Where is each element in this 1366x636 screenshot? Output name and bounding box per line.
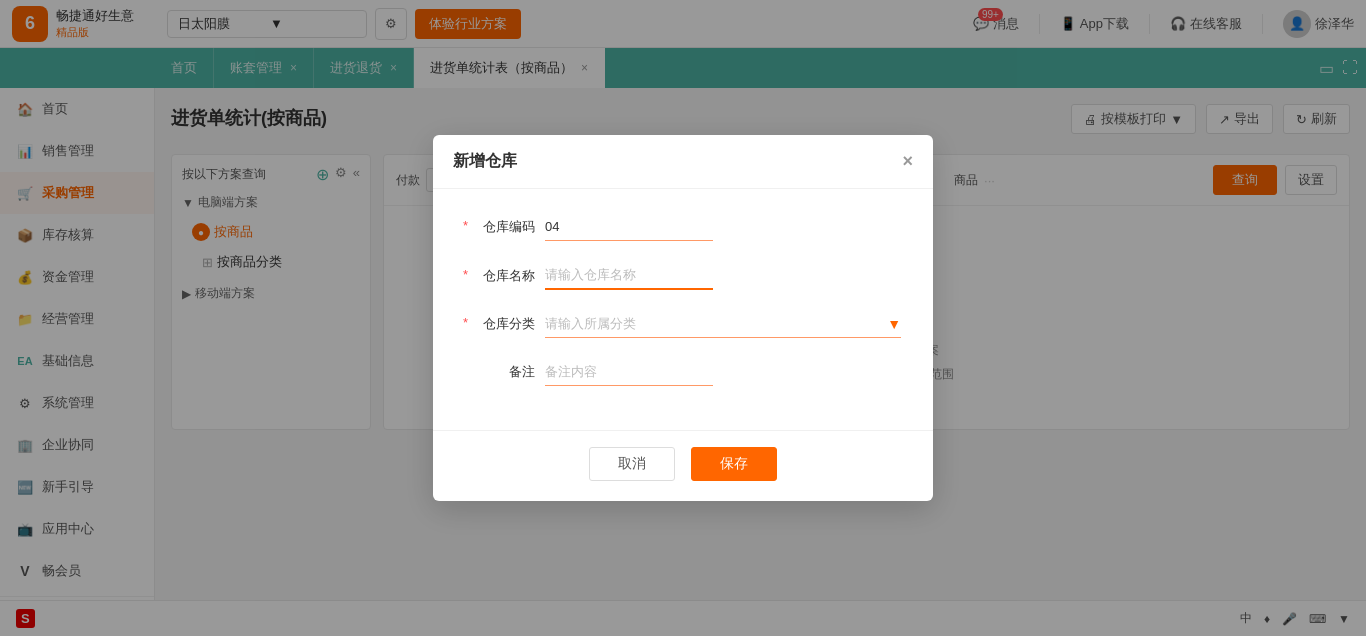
form-row-category: 仓库分类 ▼ <box>465 310 901 338</box>
name-input[interactable] <box>545 261 713 290</box>
code-label: 仓库编码 <box>465 218 545 236</box>
name-label: 仓库名称 <box>465 267 545 285</box>
note-input[interactable] <box>545 358 713 386</box>
modal-overlay: 新增仓库 × 仓库编码 仓库名称 仓库分类 <box>0 0 1366 636</box>
category-label: 仓库分类 <box>465 315 545 333</box>
category-select-wrap: ▼ <box>545 310 901 338</box>
form-row-name: 仓库名称 <box>465 261 901 290</box>
modal-footer: 取消 保存 <box>433 430 933 501</box>
modal-close-button[interactable]: × <box>902 151 913 172</box>
code-input-wrap <box>545 213 901 241</box>
modal-body: 仓库编码 仓库名称 仓库分类 ▼ <box>433 189 933 430</box>
note-label: 备注 <box>465 363 545 381</box>
form-row-note: 备注 <box>465 358 901 386</box>
name-input-wrap <box>545 261 901 290</box>
cancel-button[interactable]: 取消 <box>589 447 675 481</box>
code-input[interactable] <box>545 213 713 241</box>
save-button[interactable]: 保存 <box>691 447 777 481</box>
modal-header: 新增仓库 × <box>433 135 933 189</box>
note-input-wrap <box>545 358 901 386</box>
add-warehouse-modal: 新增仓库 × 仓库编码 仓库名称 仓库分类 <box>433 135 933 501</box>
category-dropdown-icon[interactable]: ▼ <box>887 316 901 332</box>
modal-title: 新增仓库 <box>453 151 517 172</box>
form-row-code: 仓库编码 <box>465 213 901 241</box>
category-input[interactable] <box>545 310 887 337</box>
